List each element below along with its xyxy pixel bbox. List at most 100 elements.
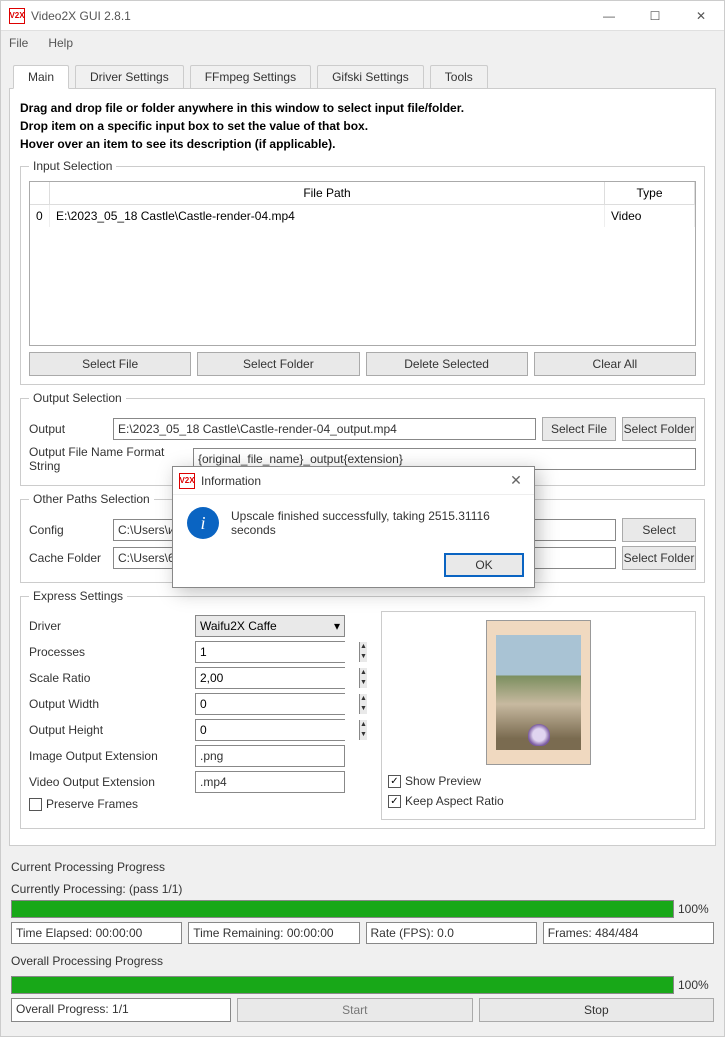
checkbox-icon <box>29 798 42 811</box>
clear-all-button[interactable]: Clear All <box>534 352 696 376</box>
menu-file[interactable]: File <box>5 34 32 52</box>
arrow-up-icon[interactable]: ▲ <box>360 668 367 678</box>
preview-thumbnail <box>496 635 581 750</box>
output-select-folder-button[interactable]: Select Folder <box>622 417 696 441</box>
instruction-line: Drop item on a specific input box to set… <box>20 117 705 135</box>
img-ext-input[interactable] <box>195 745 345 767</box>
arrow-up-icon[interactable]: ▲ <box>360 720 367 730</box>
arrow-down-icon[interactable]: ▼ <box>360 678 367 688</box>
stop-button[interactable]: Stop <box>479 998 714 1022</box>
input-selection-group: Input Selection File Path Type 0 E:\2023… <box>20 159 705 385</box>
menubar: File Help <box>1 31 724 55</box>
output-select-file-button[interactable]: Select File <box>542 417 616 441</box>
output-selection-legend: Output Selection <box>29 391 126 405</box>
format-string-label: Output File Name Format String <box>29 445 187 473</box>
height-stepper[interactable]: ▲▼ <box>195 719 345 741</box>
processes-input[interactable] <box>196 642 359 662</box>
start-button[interactable]: Start <box>237 998 472 1022</box>
titlebar: V2X Video2X GUI 2.8.1 — ☐ ✕ <box>1 1 724 31</box>
arrow-down-icon[interactable]: ▼ <box>360 730 367 740</box>
information-dialog: V2X Information ✕ i Upscale finished suc… <box>172 466 535 588</box>
express-left: Driver Waifu2X Caffe ▾ Processes ▲▼ <box>29 611 371 820</box>
scale-input[interactable] <box>196 668 359 688</box>
cache-select-folder-button[interactable]: Select Folder <box>622 546 696 570</box>
keep-aspect-label: Keep Aspect Ratio <box>405 794 504 808</box>
current-progress-percent: 100% <box>678 902 714 916</box>
info-icon: i <box>187 507 219 539</box>
width-input[interactable] <box>196 694 359 714</box>
select-folder-button[interactable]: Select Folder <box>197 352 359 376</box>
dialog-close-button[interactable]: ✕ <box>504 472 528 489</box>
output-path-input[interactable] <box>113 418 536 440</box>
express-legend: Express Settings <box>29 589 127 603</box>
input-selection-legend: Input Selection <box>29 159 116 173</box>
height-input[interactable] <box>196 720 359 740</box>
tab-main[interactable]: Main <box>13 65 69 89</box>
currently-processing-label: Currently Processing: (pass 1/1) <box>11 882 714 896</box>
tab-driver-settings[interactable]: Driver Settings <box>75 65 184 89</box>
menu-help[interactable]: Help <box>44 34 77 52</box>
overall-progress-stat: Overall Progress: 1/1 <box>11 998 231 1022</box>
window-title: Video2X GUI 2.8.1 <box>31 9 586 23</box>
scale-stepper[interactable]: ▲▼ <box>195 667 345 689</box>
driver-select[interactable]: Waifu2X Caffe ▾ <box>195 615 345 637</box>
tab-ffmpeg-settings[interactable]: FFmpeg Settings <box>190 65 311 89</box>
table-body[interactable]: 0 E:\2023_05_18 Castle\Castle-render-04.… <box>30 205 695 345</box>
arrow-up-icon[interactable]: ▲ <box>360 642 367 652</box>
preserve-frames-label: Preserve Frames <box>46 797 138 811</box>
preserve-frames-checkbox[interactable]: Preserve Frames <box>29 797 371 811</box>
img-ext-label: Image Output Extension <box>29 749 189 763</box>
preview-image <box>486 620 591 765</box>
app-icon: V2X <box>179 473 195 489</box>
arrow-up-icon[interactable]: ▲ <box>360 694 367 704</box>
close-button[interactable]: ✕ <box>678 1 724 31</box>
config-select-button[interactable]: Select <box>622 518 696 542</box>
app-icon: V2X <box>9 8 25 24</box>
processes-stepper[interactable]: ▲▼ <box>195 641 345 663</box>
vid-ext-label: Video Output Extension <box>29 775 189 789</box>
overall-progress-bar <box>11 976 674 994</box>
show-preview-checkbox[interactable]: ✓ Show Preview <box>388 774 689 788</box>
ok-button[interactable]: OK <box>444 553 524 577</box>
maximize-button[interactable]: ☐ <box>632 1 678 31</box>
delete-selected-button[interactable]: Delete Selected <box>366 352 528 376</box>
dialog-title: Information <box>201 474 504 488</box>
minimize-button[interactable]: — <box>586 1 632 31</box>
height-label: Output Height <box>29 723 189 737</box>
arrow-down-icon[interactable]: ▼ <box>360 704 367 714</box>
current-progress-header: Current Processing Progress <box>11 860 714 874</box>
dialog-titlebar: V2X Information ✕ <box>173 467 534 495</box>
input-file-table: File Path Type 0 E:\2023_05_18 Castle\Ca… <box>29 181 696 346</box>
driver-label: Driver <box>29 619 189 633</box>
col-file-path[interactable]: File Path <box>50 182 605 204</box>
col-index <box>30 182 50 204</box>
overall-progress-header: Overall Processing Progress <box>11 954 714 968</box>
arrow-down-icon[interactable]: ▼ <box>360 652 367 662</box>
instructions: Drag and drop file or folder anywhere in… <box>20 99 705 153</box>
input-buttons: Select File Select Folder Delete Selecte… <box>29 352 696 376</box>
vid-ext-input[interactable] <box>195 771 345 793</box>
row-path: E:\2023_05_18 Castle\Castle-render-04.mp… <box>50 205 605 227</box>
overall-progress-area: 100% Overall Progress: 1/1 Start Stop <box>1 972 724 1030</box>
config-label: Config <box>29 523 107 537</box>
chevron-down-icon: ▾ <box>334 619 340 633</box>
other-paths-legend: Other Paths Selection <box>29 492 154 506</box>
window-controls: — ☐ ✕ <box>586 1 724 31</box>
cache-label: Cache Folder <box>29 551 107 565</box>
tab-tools[interactable]: Tools <box>430 65 488 89</box>
table-row[interactable]: 0 E:\2023_05_18 Castle\Castle-render-04.… <box>30 205 695 227</box>
scale-label: Scale Ratio <box>29 671 189 685</box>
col-type[interactable]: Type <box>605 182 695 204</box>
driver-value: Waifu2X Caffe <box>200 619 277 633</box>
select-file-button[interactable]: Select File <box>29 352 191 376</box>
tab-gifski-settings[interactable]: Gifski Settings <box>317 65 424 89</box>
width-stepper[interactable]: ▲▼ <box>195 693 345 715</box>
processes-label: Processes <box>29 645 189 659</box>
rate-stat: Rate (FPS): 0.0 <box>366 922 537 944</box>
instruction-line: Hover over an item to see its descriptio… <box>20 135 705 153</box>
table-header: File Path Type <box>30 182 695 205</box>
keep-aspect-checkbox[interactable]: ✓ Keep Aspect Ratio <box>388 794 689 808</box>
overall-progress-percent: 100% <box>678 978 714 992</box>
time-elapsed-stat: Time Elapsed: 00:00:00 <box>11 922 182 944</box>
checkbox-icon: ✓ <box>388 775 401 788</box>
